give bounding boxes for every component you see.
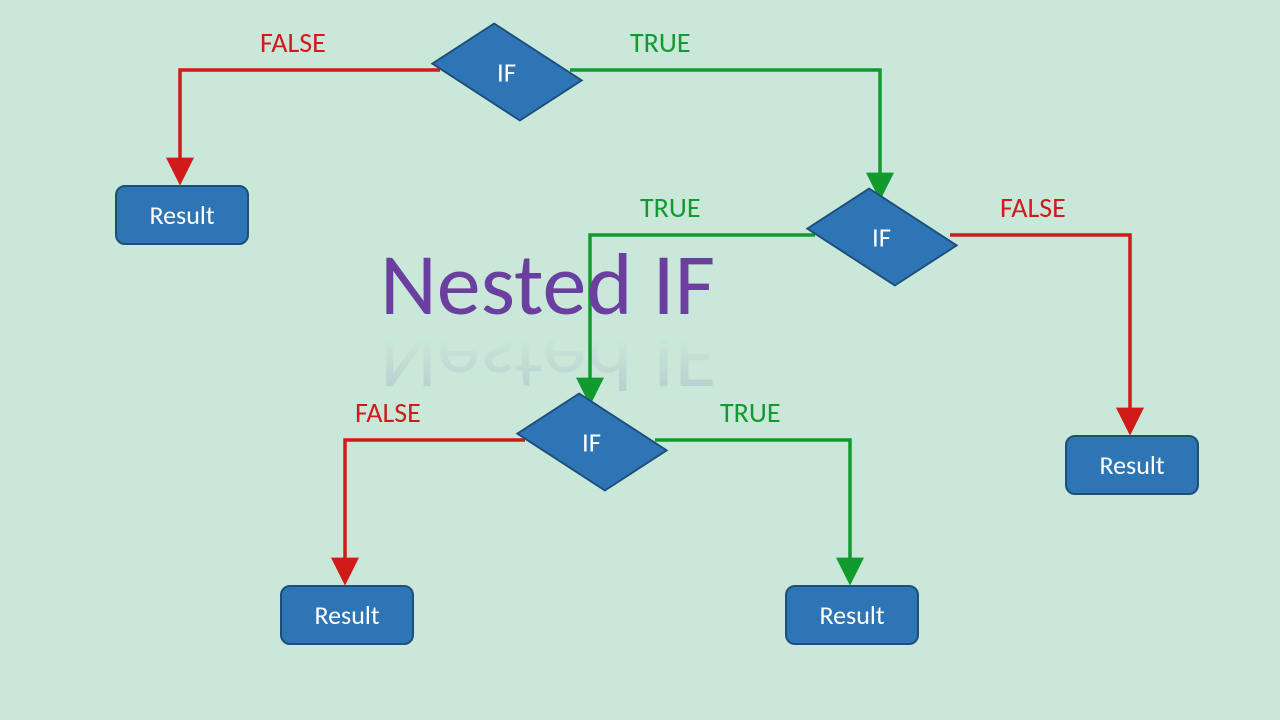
- result-box-3: Result: [280, 585, 414, 645]
- result-box-4: Result: [785, 585, 919, 645]
- edge-label-if2-true: TRUE: [640, 190, 700, 225]
- decision-if-2: IF: [806, 187, 959, 286]
- edge-label-if1-true: TRUE: [630, 25, 690, 60]
- decision-if-2-label: IF: [872, 220, 891, 253]
- edge-label-if1-false: FALSE: [260, 25, 326, 60]
- decision-if-3-label: IF: [582, 425, 601, 458]
- edge-label-if2-false: FALSE: [1000, 190, 1066, 225]
- diagram-title-reflection: Nested IF: [380, 306, 715, 414]
- result-box-2: Result: [1065, 435, 1199, 495]
- decision-if-1-label: IF: [497, 55, 516, 88]
- edge-label-if3-true: TRUE: [720, 395, 780, 430]
- result-box-1: Result: [115, 185, 249, 245]
- diagram-title: Nested IF Nested IF: [380, 230, 715, 414]
- decision-if-1: IF: [431, 22, 584, 121]
